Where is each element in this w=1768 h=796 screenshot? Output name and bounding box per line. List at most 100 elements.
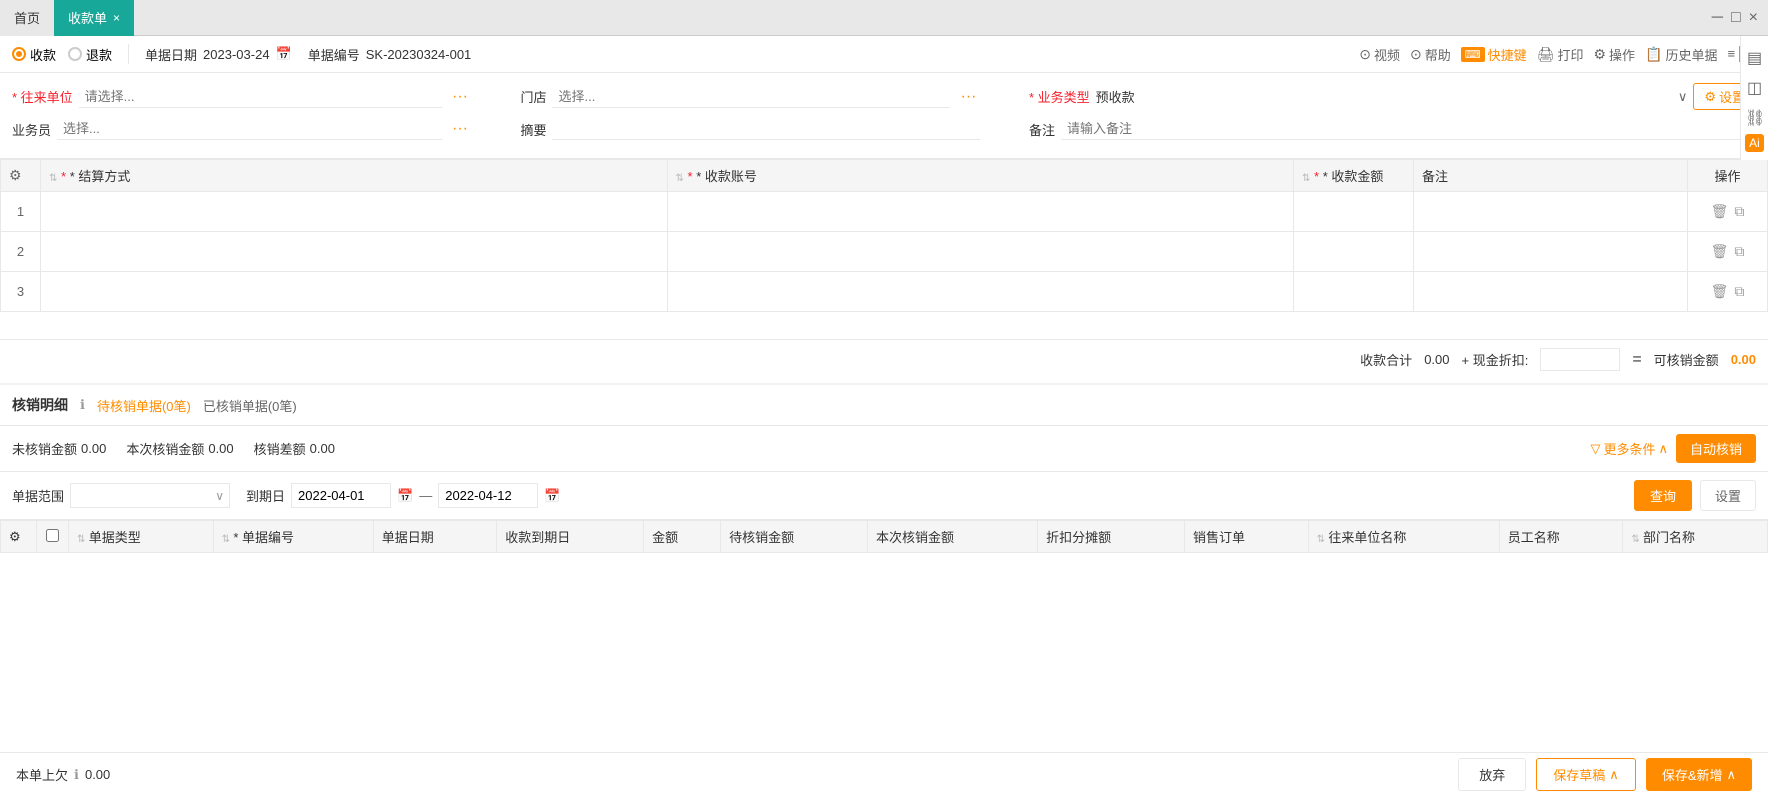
row-1-remark[interactable] <box>1414 192 1688 232</box>
table-settings-icon[interactable]: ⚙ <box>9 167 22 183</box>
col-current-header: 本次核销金额 <box>868 521 1038 553</box>
row-3-remark[interactable] <box>1414 272 1688 312</box>
filter-settings-btn[interactable]: 设置 <box>1700 480 1756 511</box>
row-2-account[interactable] <box>667 232 1294 272</box>
row-3-account[interactable] <box>667 272 1294 312</box>
date2-calendar-icon[interactable]: 📅 <box>544 488 560 504</box>
bottom-settings-icon[interactable]: ⚙ <box>9 529 21 544</box>
date-value[interactable]: 2023-03-24 <box>203 47 270 62</box>
row-2-copy-icon[interactable]: ⧉ <box>1734 243 1744 260</box>
filter-date1-input[interactable] <box>291 483 391 508</box>
store-input[interactable] <box>552 86 950 108</box>
row-3-amount[interactable] <box>1294 272 1414 312</box>
sidebar-ai-icon[interactable]: Ai <box>1745 134 1764 152</box>
summary-row: 收款合计 0.00 + 现金折扣: = 可核销金额 0.00 <box>0 339 1768 379</box>
radio-receipt-label: 收款 <box>30 45 56 64</box>
abandon-btn[interactable]: 放弃 <box>1458 758 1526 791</box>
footer-left: 本单上欠 ℹ 0.00 <box>16 765 110 784</box>
minimize-icon[interactable]: ─ <box>1712 9 1723 27</box>
row-1-delete-icon[interactable]: 🗑 <box>1711 203 1729 220</box>
writeoff-info-icon[interactable]: ℹ <box>80 397 85 413</box>
sidebar-table-icon[interactable]: ▤ <box>1745 44 1764 72</box>
window-close-icon[interactable]: × <box>1749 9 1758 27</box>
video-icon: ⊙ <box>1359 46 1371 63</box>
type-field: * 业务类型 预收款 ∨ ⚙ 设置 <box>1029 83 1756 110</box>
help-btn[interactable]: ⊙ 帮助 <box>1410 45 1451 64</box>
row-1-copy-icon[interactable]: ⧉ <box>1734 203 1744 220</box>
col-dept-header: ⇅ 部门名称 <box>1623 521 1768 553</box>
footer-info-icon[interactable]: ℹ <box>74 767 79 783</box>
filter-range-select-wrapper: ∨ <box>70 483 230 508</box>
sidebar-link-icon[interactable]: ⛓ <box>1745 104 1764 132</box>
col-remark-header: 备注 <box>1414 160 1688 192</box>
summary-input[interactable] <box>552 118 980 140</box>
select-all-checkbox[interactable] <box>46 529 59 542</box>
store-more-btn[interactable]: ··· <box>956 88 980 106</box>
row-2-amount[interactable] <box>1294 232 1414 272</box>
summary-label: 摘要 <box>520 120 546 139</box>
customer-input[interactable] <box>79 86 442 108</box>
row-1-payment[interactable] <box>41 192 668 232</box>
pending-tab[interactable]: 待核销单据(0笔) <box>97 396 191 415</box>
query-btn[interactable]: 查询 <box>1634 480 1692 511</box>
save-draft-btn[interactable]: 保存草稿 ∧ <box>1536 758 1636 791</box>
shortcut-icon: ⌨ <box>1461 47 1485 62</box>
diff-stat: 核销差额 0.00 <box>254 439 335 458</box>
col-number-header: ⇅ * 单据编号 <box>213 521 373 553</box>
sort-account-icon: ⇅ <box>676 173 684 184</box>
maximize-icon[interactable]: □ <box>1731 9 1741 27</box>
calendar-icon[interactable]: 📅 <box>276 46 292 62</box>
col-discount-header: 折扣分摊额 <box>1038 521 1185 553</box>
row-2-remark[interactable] <box>1414 232 1688 272</box>
form-area: * 往来单位 ··· 门店 ··· * 业务类型 预收款 ∨ ⚙ 设置 <box>0 73 1768 159</box>
save-new-btn[interactable]: 保存&新增 ∧ <box>1646 758 1752 791</box>
row-3-payment[interactable] <box>41 272 668 312</box>
row-1-amount[interactable] <box>1294 192 1414 232</box>
radio-refund[interactable]: 退款 <box>68 45 112 64</box>
done-tab[interactable]: 已核销单据(0笔) <box>203 396 297 415</box>
staff-field: 业务员 ··· <box>12 118 472 140</box>
tab-close-icon[interactable]: × <box>113 11 120 25</box>
table-header-row: ⚙ ⇅ * * 结算方式 ⇅ * * 收款账号 ⇅ * <box>1 160 1768 192</box>
tab-current[interactable]: 收款单 × <box>54 0 134 36</box>
col-pending-header: 待核销金额 <box>721 521 868 553</box>
tab-home[interactable]: 首页 <box>0 0 54 36</box>
staff-more-btn[interactable]: ··· <box>448 120 472 138</box>
remarks-input[interactable] <box>1061 118 1756 140</box>
bottom-table-area: ⚙ ⇅ 单据类型 ⇅ * 单据编号 单据日期 <box>0 520 1768 553</box>
type-chevron-icon[interactable]: ∨ <box>1678 89 1688 105</box>
more-filter-btn[interactable]: ▽ 更多条件 ∧ <box>1590 439 1668 458</box>
col-ops-header: 操作 <box>1688 160 1768 192</box>
filter-due-label: 到期日 <box>246 486 285 505</box>
col-settings-header-2[interactable]: ⚙ <box>1 521 37 553</box>
date1-calendar-icon[interactable]: 📅 <box>397 488 413 504</box>
filter-range-select[interactable] <box>70 483 230 508</box>
staff-input[interactable] <box>57 118 442 140</box>
row-3-copy-icon[interactable]: ⧉ <box>1734 283 1744 300</box>
row-1-account[interactable] <box>667 192 1294 232</box>
save-arrow-icon: ∧ <box>1726 767 1736 783</box>
auto-writeoff-btn[interactable]: 自动核销 <box>1676 434 1756 463</box>
print-btn[interactable]: 🖨 打印 <box>1537 45 1584 64</box>
customer-more-btn[interactable]: ··· <box>448 88 472 106</box>
ops-btn[interactable]: ⚙ 操作 <box>1593 45 1635 64</box>
row-2-num: 2 <box>1 232 41 272</box>
shortcut-btn[interactable]: ⌨ 快捷键 <box>1461 45 1527 64</box>
filter-date2-input[interactable] <box>438 483 538 508</box>
sidebar-layout-icon[interactable]: ◫ <box>1745 74 1764 102</box>
col-settings-header[interactable]: ⚙ <box>1 160 41 192</box>
writeoff-right: ▽ 更多条件 ∧ 自动核销 <box>1590 434 1756 463</box>
list-view-icon[interactable]: ≡ <box>1728 46 1736 62</box>
staff-label: 业务员 <box>12 120 51 139</box>
history-btn[interactable]: 📋 历史单据 <box>1645 45 1717 64</box>
row-2-delete-icon[interactable]: 🗑 <box>1711 243 1729 260</box>
radio-receipt[interactable]: 收款 <box>12 45 56 64</box>
discount-input[interactable] <box>1540 348 1620 371</box>
row-2-payment[interactable] <box>41 232 668 272</box>
more-filter-chevron: ∧ <box>1658 441 1668 457</box>
row-3-delete-icon[interactable]: 🗑 <box>1711 283 1729 300</box>
writeoff-title: 核销明细 <box>12 395 68 415</box>
video-btn[interactable]: ⊙ 视频 <box>1359 45 1400 64</box>
writeoff-section: 核销明细 ℹ 待核销单据(0笔) 已核销单据(0笔) 未核销金额 0.00 本次… <box>0 383 1768 553</box>
filter-range-field: 单据范围 ∨ <box>12 483 230 508</box>
